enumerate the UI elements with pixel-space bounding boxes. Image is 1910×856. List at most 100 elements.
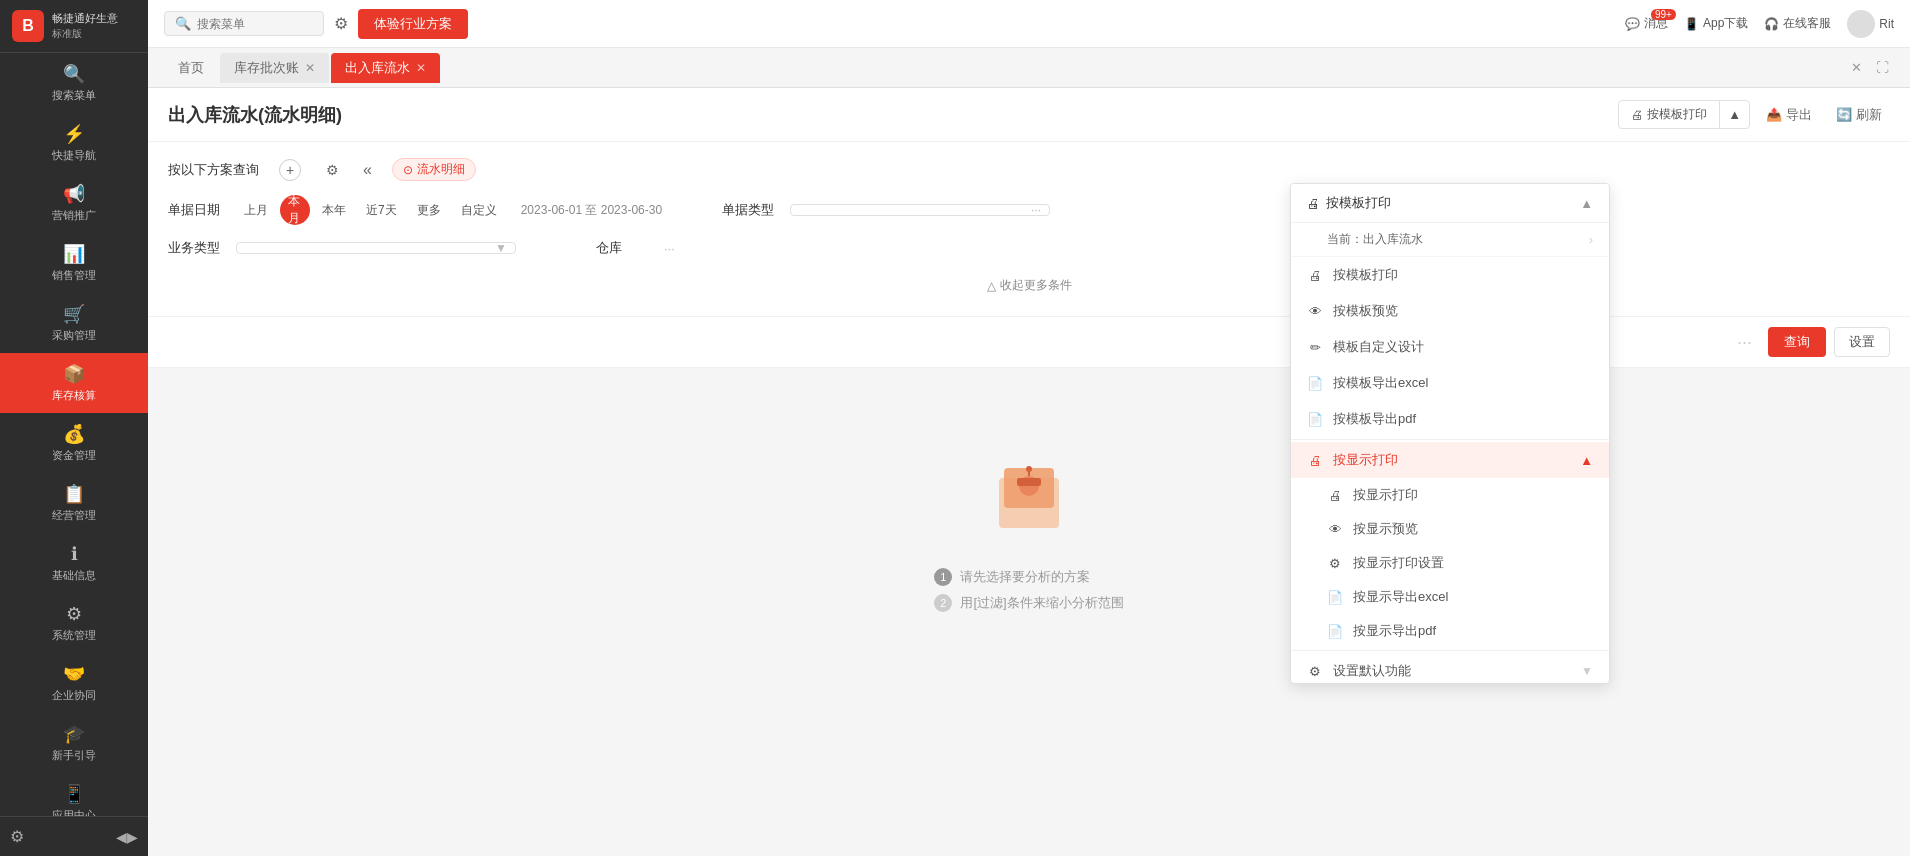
sidebar-item-collab[interactable]: 🤝 企业协同 <box>0 653 148 713</box>
basic-info-icon: ℹ <box>71 543 78 565</box>
display-preview-sub-item[interactable]: 👁 按显示预览 <box>1291 512 1609 546</box>
template-design-item[interactable]: ✏ 模板自定义设计 <box>1291 329 1609 365</box>
display-print-settings-sub-item[interactable]: ⚙ 按显示打印设置 <box>1291 546 1609 580</box>
date-tab-lastmonth[interactable]: 上月 <box>236 200 276 221</box>
sidebar-item-purchase[interactable]: 🛒 采购管理 <box>0 293 148 353</box>
trial-button[interactable]: 体验行业方案 <box>358 9 468 39</box>
set-default-label: 设置默认功能 <box>1333 662 1411 680</box>
filter-settings-button[interactable]: ⚙ <box>321 159 343 181</box>
business-type-select[interactable]: ▼ <box>236 242 516 254</box>
print-dropdown-arrow[interactable]: ▲ <box>1720 102 1749 127</box>
sidebar-item-marketing[interactable]: 📢 营销推广 <box>0 173 148 233</box>
window-maximize-button[interactable]: ⛶ <box>1870 56 1894 80</box>
sidebar-item-operations[interactable]: 📋 经营管理 <box>0 473 148 533</box>
filter-row-top: 按以下方案查询 + ⚙ « ⊙ 流水明细 <box>168 158 1890 181</box>
empty-illustration <box>979 448 1079 548</box>
app-name: 畅捷通好生意 <box>52 11 118 26</box>
panel-collapse-button[interactable]: ▲ <box>1580 196 1593 211</box>
app-download-label: App下载 <box>1703 15 1748 32</box>
display-print-sub-item[interactable]: 🖨 按显示打印 <box>1291 478 1609 512</box>
template-export-pdf-item[interactable]: 📄 按模板导出pdf <box>1291 401 1609 437</box>
sidebar-item-label: 销售管理 <box>52 268 96 283</box>
quicknav-icon: ⚡ <box>63 123 85 145</box>
display-export-pdf-sub-item[interactable]: 📄 按显示导出pdf <box>1291 614 1609 648</box>
refresh-button[interactable]: 🔄 刷新 <box>1828 102 1890 128</box>
business-type-label: 业务类型 <box>168 239 228 257</box>
page-content-area: 出入库流水(流水明细) 🖨 按模板打印 ▲ 📤 导出 <box>148 88 1910 856</box>
sidebar-item-guide[interactable]: 🎓 新手引导 <box>0 713 148 773</box>
panel-separator-2 <box>1291 650 1609 651</box>
avatar <box>1847 10 1875 38</box>
export-label: 导出 <box>1786 106 1812 124</box>
date-tab-thisyear[interactable]: 本年 <box>314 200 354 221</box>
panel-header: 🖨 按模板打印 ▲ <box>1291 184 1609 223</box>
sidebar-item-finance[interactable]: 💰 资金管理 <box>0 413 148 473</box>
topbar: 🔍 ⚙ 体验行业方案 💬 消息 99+ 📱 App下载 🎧 在线客服 Rit <box>148 0 1910 48</box>
user-profile[interactable]: Rit <box>1847 10 1894 38</box>
empty-step-1: 1 请先选择要分析的方案 <box>934 568 1123 586</box>
logo-icon: B <box>12 10 44 42</box>
settings-icon[interactable]: ⚙ <box>10 827 24 846</box>
tab-inventory-batch[interactable]: 库存批次账 ✕ <box>220 53 329 83</box>
template-print-item[interactable]: 🖨 按模板打印 <box>1291 257 1609 293</box>
app-download-button[interactable]: 📱 App下载 <box>1684 15 1748 32</box>
display-print-group-item[interactable]: 🖨 按显示打印 ▲ <box>1291 442 1609 478</box>
filter-chip-water[interactable]: ⊙ 流水明细 <box>392 158 476 181</box>
warehouse-more-icon[interactable]: ··· <box>664 241 675 256</box>
template-preview-label: 按模板预览 <box>1333 302 1398 320</box>
date-tab-7days[interactable]: 近7天 <box>358 200 405 221</box>
current-template-label: 当前：出入库流水 <box>1327 231 1423 248</box>
sidebar-item-quicknav[interactable]: ⚡ 快捷导航 <box>0 113 148 173</box>
tab-stock-flow[interactable]: 出入库流水 ✕ <box>331 53 440 83</box>
sidebar-item-search[interactable]: 🔍 搜索菜单 <box>0 53 148 113</box>
doc-type-select[interactable]: ··· <box>790 204 1050 216</box>
filter-add-button[interactable]: + <box>279 159 301 181</box>
search-input[interactable] <box>197 17 277 31</box>
sidebar-item-label: 营销推广 <box>52 208 96 223</box>
table-actions: ··· 查询 设置 <box>148 317 1910 368</box>
date-tabs: 上月 本月 本年 近7天 更多 自定义 <box>236 195 505 225</box>
window-close-button[interactable]: ✕ <box>1844 56 1868 80</box>
sidebar-item-inventory[interactable]: 📦 库存核算 <box>0 353 148 413</box>
template-export-excel-item[interactable]: 📄 按模板导出excel <box>1291 365 1609 401</box>
query-button[interactable]: 查询 <box>1768 327 1826 357</box>
doc-type-label: 单据类型 <box>722 201 782 219</box>
more-icon[interactable]: ··· <box>1031 203 1041 217</box>
tab-close-stock-flow[interactable]: ✕ <box>416 61 426 75</box>
search-box[interactable]: 🔍 <box>164 11 324 36</box>
template-preview-item[interactable]: 👁 按模板预览 <box>1291 293 1609 329</box>
svg-point-5 <box>1026 466 1032 472</box>
tab-home[interactable]: 首页 <box>164 53 218 83</box>
sidebar-item-sales[interactable]: 📊 销售管理 <box>0 233 148 293</box>
tab-close-inventory-batch[interactable]: ✕ <box>305 61 315 75</box>
sidebar-item-system[interactable]: ⚙ 系统管理 <box>0 593 148 653</box>
settings-button[interactable]: 设置 <box>1834 327 1890 357</box>
collapse-more-btn[interactable]: △ 收起更多条件 <box>168 271 1890 300</box>
sidebar-item-basic-info[interactable]: ℹ 基础信息 <box>0 533 148 593</box>
panel-separator-1 <box>1291 439 1609 440</box>
preview-icon: 👁 <box>1307 303 1323 319</box>
filter-chip-label: 流水明细 <box>417 161 465 178</box>
tabs-bar: 首页 库存批次账 ✕ 出入库流水 ✕ ✕ ⛶ <box>148 48 1910 88</box>
default-settings-icon: ⚙ <box>1307 663 1323 679</box>
sidebar-item-label: 系统管理 <box>52 628 96 643</box>
collapse-icon[interactable]: ◀▶ <box>116 829 138 845</box>
operations-icon: 📋 <box>63 483 85 505</box>
display-export-excel-sub-item[interactable]: 📄 按显示导出excel <box>1291 580 1609 614</box>
date-tab-thismonth[interactable]: 本月 <box>280 195 310 225</box>
customer-service-button[interactable]: 🎧 在线客服 <box>1764 15 1831 32</box>
date-tab-custom[interactable]: 自定义 <box>453 200 505 221</box>
date-filter-group: 单据日期 上月 本月 本年 近7天 更多 自定义 2023-06-01 至 20… <box>168 195 662 225</box>
more-actions-icon[interactable]: ··· <box>1737 332 1752 353</box>
inventory-icon: 📦 <box>63 363 85 385</box>
sidebar-item-appcenter[interactable]: 📱 应用中心 <box>0 773 148 816</box>
export-button[interactable]: 📤 导出 <box>1758 102 1820 128</box>
date-tab-more[interactable]: 更多 <box>409 200 449 221</box>
phone-icon: 📱 <box>1684 17 1699 31</box>
messages-button[interactable]: 💬 消息 99+ <box>1625 15 1668 32</box>
topbar-gear-icon[interactable]: ⚙ <box>334 14 348 33</box>
display-print-icon: 🖨 <box>1307 452 1323 468</box>
filter-collapse-button[interactable]: « <box>363 161 372 179</box>
set-default-function-item[interactable]: ⚙ 设置默认功能 ▼ <box>1291 653 1609 683</box>
print-button[interactable]: 🖨 按模板打印 <box>1619 101 1720 128</box>
